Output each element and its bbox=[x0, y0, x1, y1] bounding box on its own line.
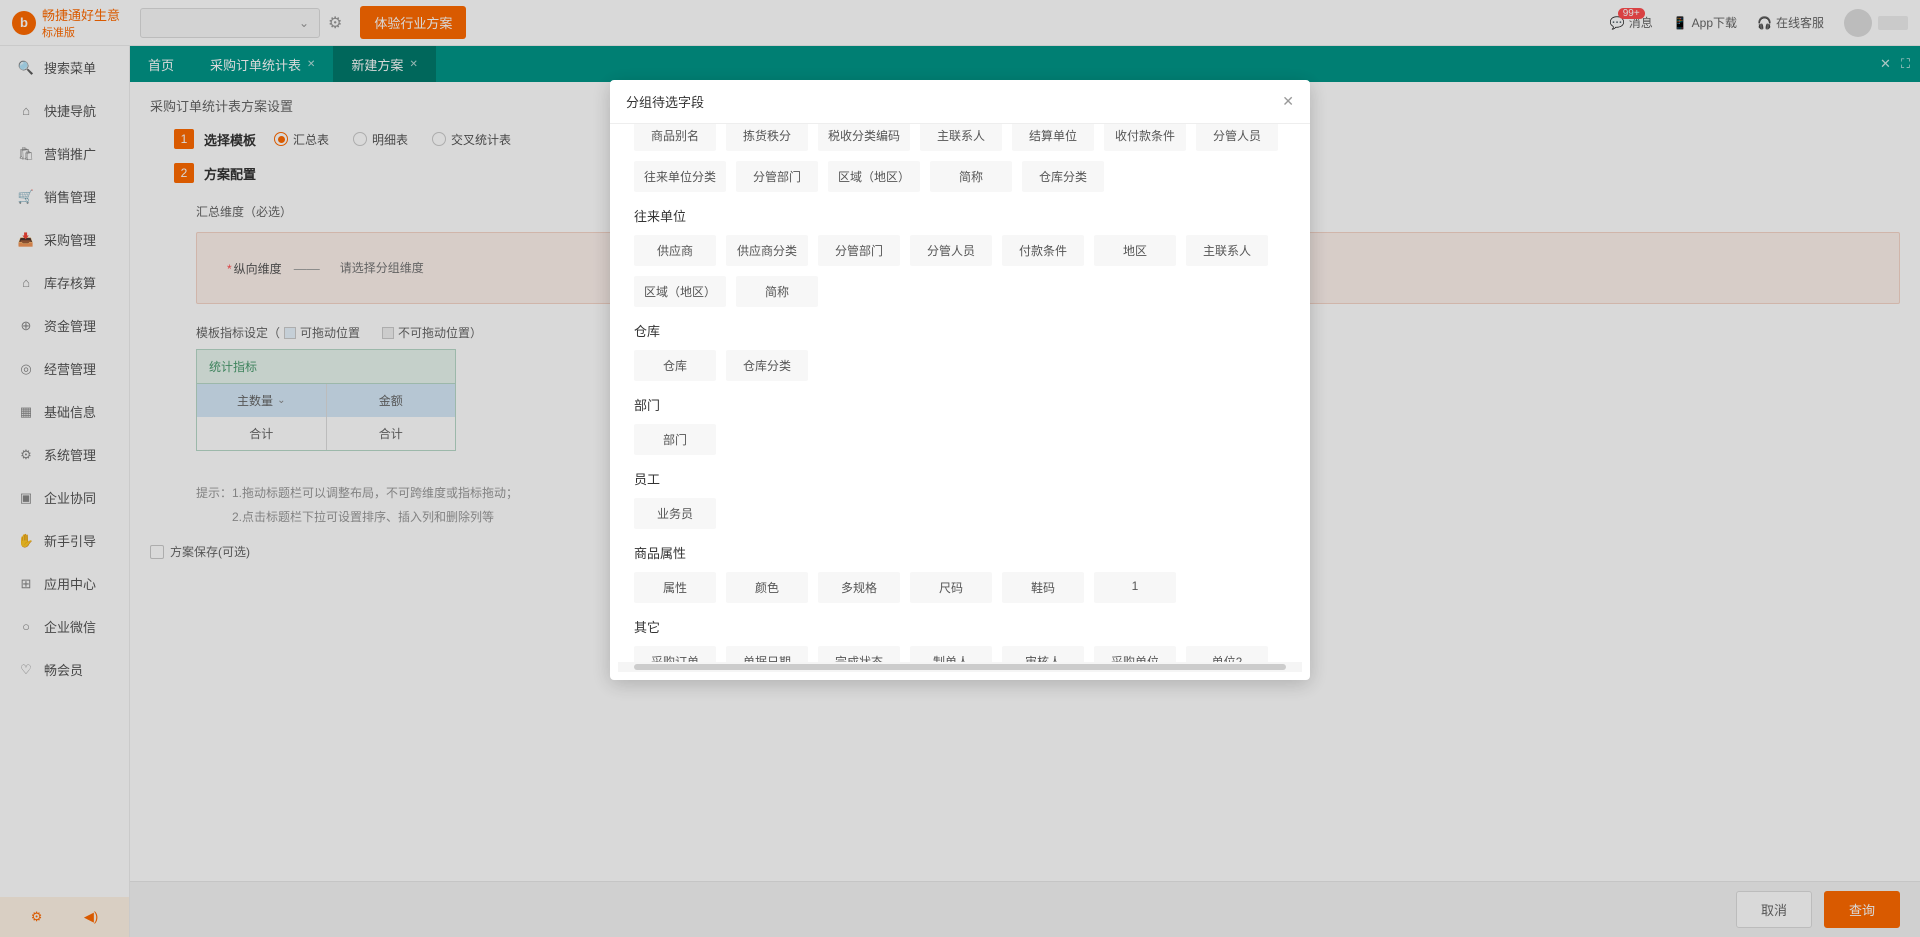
field-chip[interactable]: 商品别名 bbox=[634, 124, 716, 151]
field-chip[interactable]: 分管部门 bbox=[818, 235, 900, 266]
field-chip[interactable]: 采购单位 bbox=[1094, 646, 1176, 662]
close-icon[interactable]: ✕ bbox=[1282, 93, 1294, 110]
field-chip[interactable]: 收付款条件 bbox=[1104, 124, 1186, 151]
field-group-title: 往来单位 bbox=[634, 206, 1286, 225]
field-chip[interactable]: 仓库分类 bbox=[726, 350, 808, 381]
field-chip[interactable]: 往来单位分类 bbox=[634, 161, 726, 192]
field-chip[interactable]: 颜色 bbox=[726, 572, 808, 603]
field-group-title: 其它 bbox=[634, 617, 1286, 636]
field-chip[interactable]: 单据日期 bbox=[726, 646, 808, 662]
field-chip[interactable]: 分管人员 bbox=[910, 235, 992, 266]
field-chip[interactable]: 分管部门 bbox=[736, 161, 818, 192]
field-chip[interactable]: 仓库分类 bbox=[1022, 161, 1104, 192]
field-group-title: 员工 bbox=[634, 469, 1286, 488]
field-chip[interactable]: 1 bbox=[1094, 572, 1176, 603]
field-chip[interactable]: 结算单位 bbox=[1012, 124, 1094, 151]
field-chip[interactable]: 属性 bbox=[634, 572, 716, 603]
field-chip[interactable]: 区域（地区） bbox=[634, 276, 726, 307]
field-chip[interactable]: 仓库 bbox=[634, 350, 716, 381]
field-group-title: 部门 bbox=[634, 395, 1286, 414]
field-chip[interactable]: 地区 bbox=[1094, 235, 1176, 266]
field-chip[interactable]: 供应商 bbox=[634, 235, 716, 266]
field-chip[interactable]: 完成状态 bbox=[818, 646, 900, 662]
modal-overlay: 分组待选字段 ✕ 商品别名拣货秩分税收分类编码主联系人结算单位收付款条件分管人员… bbox=[0, 0, 1920, 937]
modal-title: 分组待选字段 bbox=[626, 92, 704, 111]
field-chip[interactable]: 区域（地区） bbox=[828, 161, 920, 192]
field-chip[interactable]: 单位2 bbox=[1186, 646, 1268, 662]
field-chip[interactable]: 多规格 bbox=[818, 572, 900, 603]
horizontal-scrollbar[interactable] bbox=[618, 662, 1302, 672]
field-chip[interactable]: 税收分类编码 bbox=[818, 124, 910, 151]
field-chip[interactable]: 拣货秩分 bbox=[726, 124, 808, 151]
field-chip[interactable]: 供应商分类 bbox=[726, 235, 808, 266]
field-chip[interactable]: 审核人 bbox=[1002, 646, 1084, 662]
field-group-title: 商品属性 bbox=[634, 543, 1286, 562]
field-selector-modal: 分组待选字段 ✕ 商品别名拣货秩分税收分类编码主联系人结算单位收付款条件分管人员… bbox=[610, 80, 1310, 680]
field-chip[interactable]: 主联系人 bbox=[1186, 235, 1268, 266]
field-chip[interactable]: 简称 bbox=[930, 161, 1012, 192]
field-chip[interactable]: 业务员 bbox=[634, 498, 716, 529]
field-chip[interactable]: 尺码 bbox=[910, 572, 992, 603]
field-chip[interactable]: 部门 bbox=[634, 424, 716, 455]
field-chip[interactable]: 鞋码 bbox=[1002, 572, 1084, 603]
field-chip[interactable]: 简称 bbox=[736, 276, 818, 307]
field-chip[interactable]: 主联系人 bbox=[920, 124, 1002, 151]
field-group-title: 仓库 bbox=[634, 321, 1286, 340]
field-chip[interactable]: 采购订单 bbox=[634, 646, 716, 662]
field-chip[interactable]: 付款条件 bbox=[1002, 235, 1084, 266]
field-chip[interactable]: 分管人员 bbox=[1196, 124, 1278, 151]
field-chip[interactable]: 制单人 bbox=[910, 646, 992, 662]
modal-body: 商品别名拣货秩分税收分类编码主联系人结算单位收付款条件分管人员往来单位分类分管部… bbox=[610, 124, 1310, 662]
